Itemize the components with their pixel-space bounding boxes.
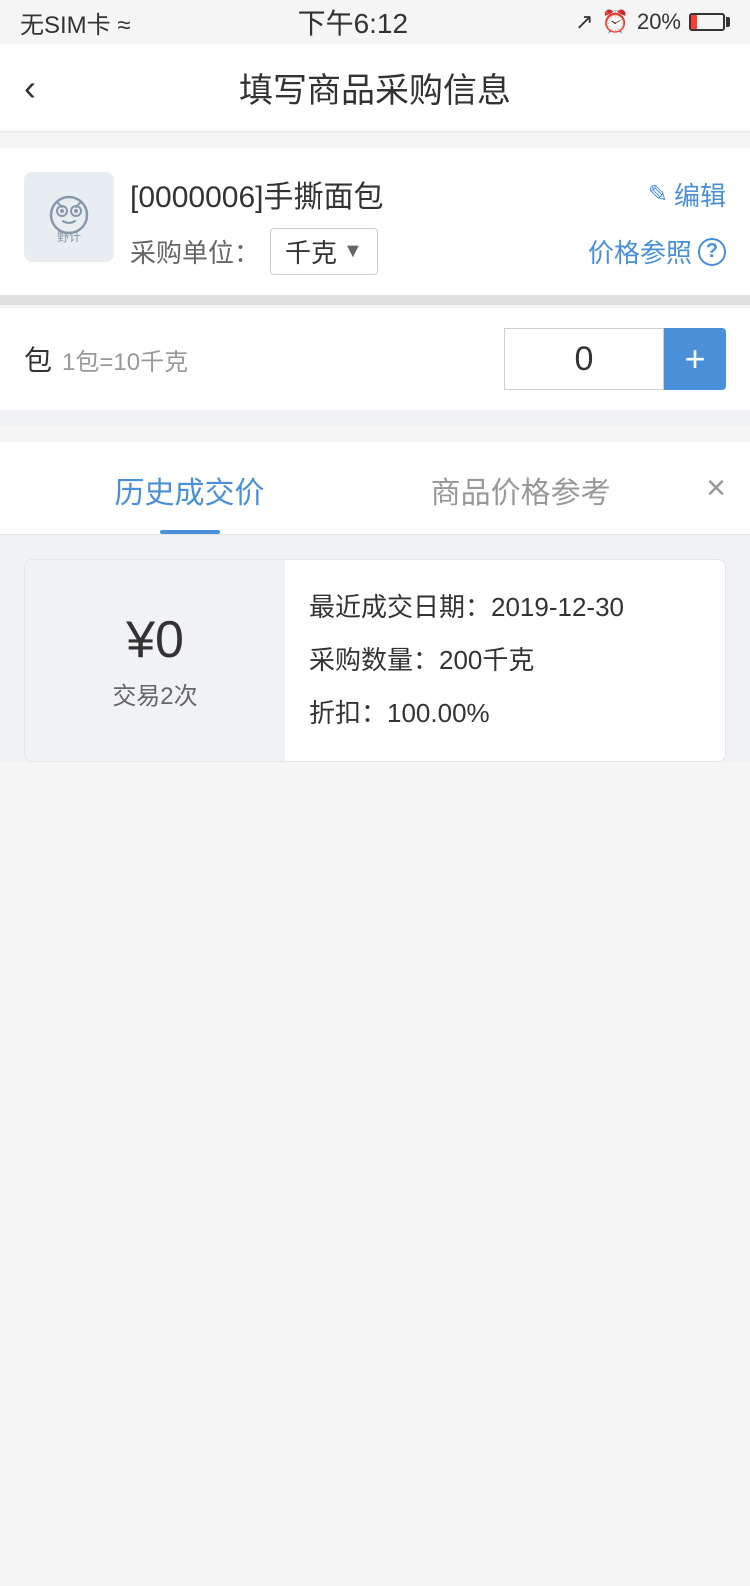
price-detail-discount: 折扣：100.00% xyxy=(309,694,701,733)
status-bar: 无SIM卡 ≈ 下午6:12 ↗ ⏰ 20% xyxy=(0,0,750,44)
price-detail-quantity: 采购数量：200千克 xyxy=(309,641,701,680)
product-name: [0000006]手撕面包 xyxy=(130,172,383,216)
price-ref-label: 价格参照 xyxy=(588,233,692,270)
tab-close-button[interactable]: × xyxy=(686,449,726,528)
purchase-unit-label: 采购单位： xyxy=(130,233,260,270)
dropdown-arrow-icon: ▼ xyxy=(343,240,363,263)
price-ref-help-icon: ? xyxy=(698,238,726,266)
alarm-icon: ⏰ xyxy=(602,9,629,35)
battery-percentage: 20% xyxy=(637,9,681,35)
tab-history-price[interactable]: 历史成交价 xyxy=(24,442,355,534)
product-section: 野计 [0000006]手撕面包 ✎ 编辑 采购单位： 千克 ▼ xyxy=(0,148,750,295)
no-sim-text: 无SIM卡 ≈ xyxy=(20,5,131,40)
status-right: ↗ ⏰ 20% xyxy=(575,9,730,35)
edit-icon: ✎ xyxy=(648,180,668,209)
discount-value: 100.00% xyxy=(387,698,490,728)
price-card-left: ¥0 交易2次 xyxy=(25,560,285,761)
battery-icon xyxy=(689,13,730,31)
date-value: 2019-12-30 xyxy=(491,592,624,622)
nav-bar: ‹ 填写商品采购信息 xyxy=(0,44,750,132)
section-divider xyxy=(0,295,750,305)
main-content-area xyxy=(0,786,750,1586)
unit-badge: 包 xyxy=(24,339,52,379)
purchase-unit-row: 采购单位： 千克 ▼ 价格参照 ? xyxy=(130,228,726,275)
unit-dropdown[interactable]: 千克 ▼ xyxy=(270,228,378,275)
tab-product-price-ref[interactable]: 商品价格参考 xyxy=(355,442,686,534)
quantity-label-area: 包 1包=10千克 xyxy=(24,339,188,379)
price-detail-date: 最近成交日期：2019-12-30 xyxy=(309,588,701,627)
product-info: [0000006]手撕面包 ✎ 编辑 采购单位： 千克 ▼ 价格参照 ? xyxy=(130,172,726,275)
price-card-right: 最近成交日期：2019-12-30 采购数量：200千克 折扣：100.00% xyxy=(285,560,725,761)
quantity-input[interactable] xyxy=(504,328,664,390)
quantity-controls: + xyxy=(504,328,726,390)
unit-value: 千克 xyxy=(285,233,337,270)
unit-conversion: 1包=10千克 xyxy=(62,342,188,377)
tabs-section: 历史成交价 商品价格参考 × ¥0 交易2次 最近成交日期：2019-12-30… xyxy=(0,442,750,762)
tabs-header: 历史成交价 商品价格参考 × xyxy=(0,442,750,535)
product-top-row: 野计 [0000006]手撕面包 ✎ 编辑 采购单位： 千克 ▼ xyxy=(24,172,726,275)
product-thumbnail-icon: 野计 xyxy=(39,187,99,247)
quantity-plus-button[interactable]: + xyxy=(664,328,726,390)
currency-symbol: ¥ xyxy=(126,611,155,669)
quantity-detail-value: 200千克 xyxy=(439,645,534,675)
product-image: 野计 xyxy=(24,172,114,262)
quantity-section: 包 1包=10千克 + xyxy=(0,307,750,410)
discount-label: 折扣： xyxy=(309,698,387,728)
page-title: 填写商品采购信息 xyxy=(239,63,511,112)
status-carrier: 无SIM卡 ≈ xyxy=(20,5,131,40)
edit-label: 编辑 xyxy=(674,176,726,213)
edit-button[interactable]: ✎ 编辑 xyxy=(648,176,726,213)
quantity-label: 采购数量： xyxy=(309,645,439,675)
status-time: 下午6:12 xyxy=(298,2,409,42)
back-button[interactable]: ‹ xyxy=(24,67,36,109)
price-value: 0 xyxy=(155,611,184,669)
section-gap xyxy=(0,410,750,426)
price-transactions: 交易2次 xyxy=(112,676,197,711)
svg-text:野计: 野计 xyxy=(57,230,81,244)
product-name-row: [0000006]手撕面包 ✎ 编辑 xyxy=(130,172,726,216)
navigation-icon: ↗ xyxy=(575,9,593,35)
price-card: ¥0 交易2次 最近成交日期：2019-12-30 采购数量：200千克 折扣：… xyxy=(24,559,726,762)
price-ref-button[interactable]: 价格参照 ? xyxy=(588,233,726,270)
date-label: 最近成交日期： xyxy=(309,592,491,622)
price-amount: ¥0 xyxy=(126,610,184,670)
